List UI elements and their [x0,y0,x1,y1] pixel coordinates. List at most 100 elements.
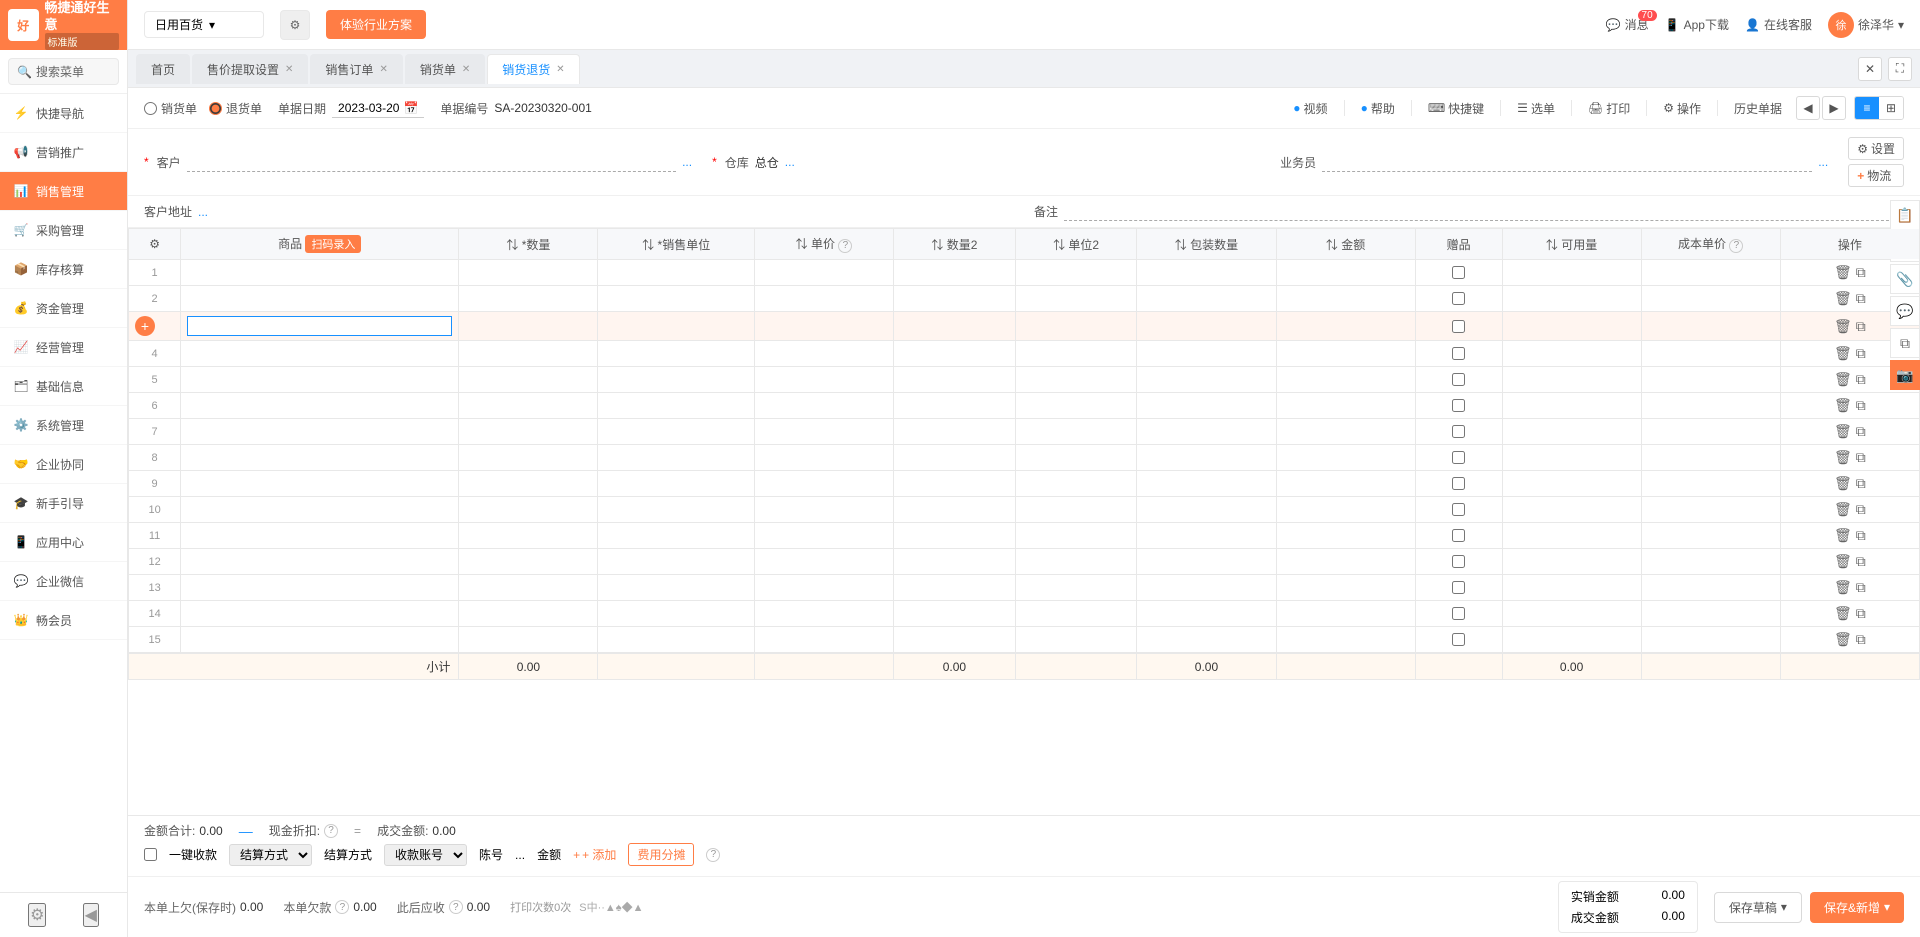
add-row-btn[interactable]: + [135,316,155,336]
unit-price-cell-3[interactable] [754,312,893,341]
sidebar-item-system[interactable]: ⚙️ 系统管理 [0,406,127,445]
gift-checkbox-14[interactable] [1452,607,1465,620]
copy-row-btn-10[interactable]: ⧉ [1856,501,1866,518]
gift-cell-10[interactable] [1415,497,1502,523]
qty2-cell-10[interactable] [894,497,1016,523]
product-cell-1[interactable] [181,260,459,286]
sales-unit-cell-6[interactable] [598,393,754,419]
gift-checkbox-13[interactable] [1452,581,1465,594]
cost-price-cell-2[interactable] [1641,286,1780,312]
gift-checkbox-9[interactable] [1452,477,1465,490]
th-settings[interactable]: ⚙ [129,229,181,260]
toolbar-shortcut[interactable]: ⌨ 快捷键 [1422,98,1490,119]
unit2-cell-10[interactable] [1015,497,1137,523]
float-camera-btn[interactable]: 📷 [1890,360,1920,390]
amount-cell-14[interactable] [1276,601,1415,627]
qty-cell-1[interactable] [459,260,598,286]
unit2-cell-12[interactable] [1015,549,1137,575]
history-next-btn[interactable]: ▶ [1822,96,1846,120]
product-cell-3[interactable] [181,312,459,341]
user-profile-item[interactable]: 徐 徐泽华 ▾ [1828,12,1904,38]
delete-row-btn-6[interactable]: 🗑 [1834,397,1852,414]
unit2-cell-1[interactable] [1015,260,1137,286]
qty2-cell-12[interactable] [894,549,1016,575]
copy-row-btn-2[interactable]: ⧉ [1856,290,1866,307]
copy-row-btn-7[interactable]: ⧉ [1856,423,1866,440]
product-cell-9[interactable] [181,471,459,497]
tab-sales-order[interactable]: 销售订单 ✕ [310,54,402,84]
cost-price-cell-6[interactable] [1641,393,1780,419]
pkg-qty-cell-6[interactable] [1137,393,1276,419]
toolbar-help[interactable]: ● 帮助 [1355,98,1401,119]
copy-row-btn-1[interactable]: ⧉ [1856,264,1866,281]
scan-input-button[interactable]: 扫码录入 [305,235,361,253]
gift-checkbox-2[interactable] [1452,292,1465,305]
cost-price-cell-3[interactable] [1641,312,1780,341]
tab-sales-return[interactable]: 销货退货 ✕ [487,54,579,84]
header-settings-button[interactable]: ⚙ [280,10,310,40]
amount-cell-13[interactable] [1276,575,1415,601]
sidebar-item-purchase[interactable]: 🛒 采购管理 [0,211,127,250]
qty-cell-11[interactable] [459,523,598,549]
note-input[interactable] [1064,202,1904,221]
qty2-cell-6[interactable] [894,393,1016,419]
gift-cell-5[interactable] [1415,367,1502,393]
gift-cell-11[interactable] [1415,523,1502,549]
qty2-cell-2[interactable] [894,286,1016,312]
sales-unit-cell-2[interactable] [598,286,754,312]
tab-sales-order-close[interactable]: ✕ [379,64,387,75]
qty-cell-2[interactable] [459,286,598,312]
sales-unit-cell-14[interactable] [598,601,754,627]
available-cell-4[interactable] [1502,341,1641,367]
amount-cell-6[interactable] [1276,393,1415,419]
unit2-cell-5[interactable] [1015,367,1137,393]
qty2-cell-14[interactable] [894,601,1016,627]
amount-cell-8[interactable] [1276,445,1415,471]
search-menu-button[interactable]: 🔍 搜索菜单 [8,58,119,85]
qty2-cell-8[interactable] [894,445,1016,471]
gift-checkbox-12[interactable] [1452,555,1465,568]
gift-checkbox-1[interactable] [1452,266,1465,279]
product-cell-13[interactable] [181,575,459,601]
settings-action-btn[interactable]: ⚙ 设置 [1848,137,1904,160]
app-download-item[interactable]: 📱 App下载 [1665,16,1729,33]
unit-price-cell-14[interactable] [754,601,893,627]
available-cell-12[interactable] [1502,549,1641,575]
cost-price-cell-14[interactable] [1641,601,1780,627]
sales-unit-cell-5[interactable] [598,367,754,393]
unit2-cell-13[interactable] [1015,575,1137,601]
gift-cell-4[interactable] [1415,341,1502,367]
radio-return-input[interactable] [209,102,222,115]
cost-price-cell-5[interactable] [1641,367,1780,393]
salesman-input[interactable] [1322,153,1812,172]
pkg-qty-cell-11[interactable] [1137,523,1276,549]
product-cell-15[interactable] [181,627,459,654]
product-cell-5[interactable] [181,367,459,393]
cost-price-cell-8[interactable] [1641,445,1780,471]
amount-cell-10[interactable] [1276,497,1415,523]
available-cell-1[interactable] [1502,260,1641,286]
sidebar-collapse-btn[interactable]: ◀ [83,903,99,927]
sidebar-item-finance[interactable]: 💰 资金管理 [0,289,127,328]
gift-checkbox-11[interactable] [1452,529,1465,542]
amount-cell-1[interactable] [1276,260,1415,286]
unit2-cell-11[interactable] [1015,523,1137,549]
gift-cell-6[interactable] [1415,393,1502,419]
sidebar-item-wechat[interactable]: 💬 企业微信 [0,562,127,601]
gift-checkbox-15[interactable] [1452,633,1465,646]
gift-checkbox-8[interactable] [1452,451,1465,464]
pkg-qty-cell-14[interactable] [1137,601,1276,627]
copy-row-btn-11[interactable]: ⧉ [1856,527,1866,544]
delete-row-btn-12[interactable]: 🗑 [1834,553,1852,570]
qty2-cell-15[interactable] [894,627,1016,654]
delete-row-btn-7[interactable]: 🗑 [1834,423,1852,440]
date-picker[interactable]: 2023-03-20 📅 [332,99,424,118]
sidebar-item-basic[interactable]: 🗂 基础信息 [0,367,127,406]
should-receive-help-icon[interactable]: ? [449,900,463,914]
copy-row-btn-9[interactable]: ⧉ [1856,475,1866,492]
unit2-cell-14[interactable] [1015,601,1137,627]
product-cell-14[interactable] [181,601,459,627]
toolbar-print[interactable]: 🖨 打印 [1582,98,1636,119]
product-cell-2[interactable] [181,286,459,312]
tab-close-all-btn[interactable]: ✕ [1858,57,1882,81]
